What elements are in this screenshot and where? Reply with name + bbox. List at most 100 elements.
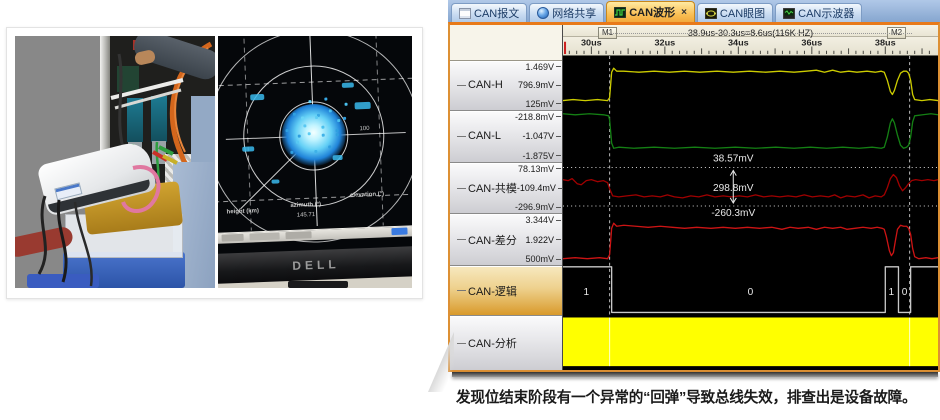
scale-mid: 796.9mV <box>517 80 554 91</box>
scale-top: 1.469V <box>525 62 561 72</box>
scale-tick <box>556 239 561 241</box>
monitor-bezel: DELL <box>218 245 412 285</box>
svg-text:30us: 30us <box>581 38 602 48</box>
taskbar-button <box>285 231 312 240</box>
tab-can-eye-diagram[interactable]: CAN眼图 <box>696 3 774 22</box>
waveform-plot[interactable]: 38.57mV 298.8mV -260.3mV 1 0 1 0 <box>563 55 938 370</box>
channel-name: CAN-共模 <box>468 183 517 196</box>
svg-text:298.8mV: 298.8mV <box>713 183 754 194</box>
monitor-stand <box>288 281 348 288</box>
channel-panel-spacer <box>450 25 562 61</box>
svg-text:-260.3mV: -260.3mV <box>711 208 755 219</box>
scale-tick <box>556 155 561 157</box>
tab-label: CAN报文 <box>474 8 520 20</box>
page-curl-shadow <box>428 332 454 392</box>
channel-connector <box>457 84 466 86</box>
radar-echo-patch <box>332 154 343 161</box>
scale-tick <box>556 168 561 170</box>
scale-bottom: 500mV <box>525 254 561 264</box>
svg-text:0: 0 <box>748 287 754 298</box>
channel-name: CAN-L <box>468 130 502 143</box>
oscilloscope-icon <box>783 7 796 19</box>
waveform-icon <box>614 6 627 18</box>
tab-can-message[interactable]: CAN报文 <box>451 3 528 22</box>
taskbar-button <box>249 232 280 241</box>
channel-row-can-logic[interactable]: CAN-逻辑 <box>450 266 562 317</box>
tab-label: CAN示波器 <box>798 8 855 20</box>
scale-tick <box>557 187 563 189</box>
network-globe-icon <box>537 7 550 19</box>
svg-text:38us: 38us <box>875 38 896 48</box>
scale-bottom: -296.9mV <box>515 202 561 212</box>
test-leads-art <box>37 145 178 287</box>
radar-echo-patch <box>242 146 255 152</box>
radar-ring-label: 100 <box>359 125 370 133</box>
svg-text:1: 1 <box>583 287 589 298</box>
svg-text:36us: 36us <box>801 38 822 48</box>
tab-label: CAN波形 <box>629 7 676 19</box>
tab-can-waveform[interactable]: CAN波形 × <box>606 1 695 22</box>
scale-tick <box>556 66 561 68</box>
screenshot-root: 100 height (km) azimuth (°) 145.71 eleva… <box>0 0 940 420</box>
taskbar-tray <box>391 227 408 236</box>
channel-connector <box>457 290 466 292</box>
radar-echo-patch <box>354 101 371 110</box>
scale-tick <box>556 206 561 208</box>
scale-tick <box>556 84 561 86</box>
tab-bar: CAN报文 网络共享 CAN波形 × CAN眼图 CAN示波器 <box>448 0 940 22</box>
scale-tick <box>556 219 561 221</box>
tab-label: CAN眼图 <box>719 8 766 20</box>
channel-name: CAN-逻辑 <box>468 285 517 298</box>
svg-text:0: 0 <box>902 287 908 298</box>
scale-top: 3.344V <box>525 215 561 225</box>
channel-name: CAN-H <box>468 79 503 92</box>
tab-close-icon[interactable]: × <box>681 7 687 18</box>
scale-mid: -1.047V <box>522 131 554 142</box>
scale-tick <box>556 103 561 105</box>
radar-screen: 100 height (km) azimuth (°) 145.71 eleva… <box>218 36 412 260</box>
channel-connector <box>457 187 466 189</box>
radar-echo-patch <box>250 93 265 101</box>
radar-axis-height: height (km) <box>226 208 260 216</box>
radar-echo-patch <box>271 179 280 184</box>
scale-top: -218.8mV <box>515 112 561 122</box>
radar-speckle-2 <box>315 115 319 119</box>
channel-connector <box>457 342 466 344</box>
channel-connector <box>457 239 466 241</box>
channel-name: CAN-差分 <box>468 234 517 247</box>
tab-network-share[interactable]: 网络共享 <box>529 3 605 22</box>
caption: 发现位结束阶段有一个异常的“回弹”导致总线失效，排查出是设备故障。 <box>456 390 917 406</box>
scale-mid: -109.4mV <box>516 183 556 194</box>
channel-row-can-l[interactable]: -218.8mV CAN-L -1.047V -1.875V <box>450 110 562 163</box>
scale-tick <box>556 116 561 118</box>
channel-row-can-common[interactable]: 78.13mV CAN-共模 -109.4mV -296.9mV <box>450 162 563 215</box>
main-panel: 1.469V CAN-H 796.9mV 125mV -218.8mV CAN-L… <box>448 22 940 372</box>
dell-logo: DELL <box>292 257 340 273</box>
channel-row-can-h[interactable]: 1.469V CAN-H 796.9mV 125mV <box>450 60 562 111</box>
taskbar-button <box>221 233 244 242</box>
channel-row-can-diff[interactable]: 3.344V CAN-差分 1.922V 500mV <box>450 214 562 267</box>
radar-echo-patch <box>341 82 354 88</box>
radar-axis-azimuth: azimuth (°) <box>290 201 322 209</box>
photo-card: 100 height (km) azimuth (°) 145.71 eleva… <box>6 27 423 299</box>
svg-text:34us: 34us <box>728 38 749 48</box>
tab-can-oscilloscope[interactable]: CAN示波器 <box>775 3 863 22</box>
svg-text:38.57mV: 38.57mV <box>713 153 754 164</box>
svg-text:32us: 32us <box>654 38 675 48</box>
radar-speckle-1 <box>307 132 311 136</box>
photo-equipment-test-setup <box>15 36 215 288</box>
can-analyzer-window: CAN报文 网络共享 CAN波形 × CAN眼图 CAN示波器 1.469V C… <box>448 0 940 372</box>
radar-azimuth-value: 145.71 <box>296 212 316 219</box>
svg-text:1: 1 <box>889 287 895 298</box>
window-shadow <box>452 372 938 377</box>
plot-column: M1 38.9us-30.3us=8.6us(116K HZ) M2 30us 3… <box>563 25 938 370</box>
scale-tick <box>556 258 561 260</box>
eye-diagram-icon <box>704 7 717 19</box>
time-ruler[interactable]: 30us 32us 34us 36us 38us <box>563 36 938 56</box>
scale-mid: 1.922V <box>525 234 554 245</box>
channel-row-can-analysis[interactable]: CAN-分析 <box>450 316 562 370</box>
message-list-icon <box>459 7 471 19</box>
marker-connector-line <box>608 32 912 34</box>
cursor-marker-bar: M1 38.9us-30.3us=8.6us(116K HZ) M2 <box>563 25 938 39</box>
photo-monitor-radar: 100 height (km) azimuth (°) 145.71 eleva… <box>218 36 412 288</box>
